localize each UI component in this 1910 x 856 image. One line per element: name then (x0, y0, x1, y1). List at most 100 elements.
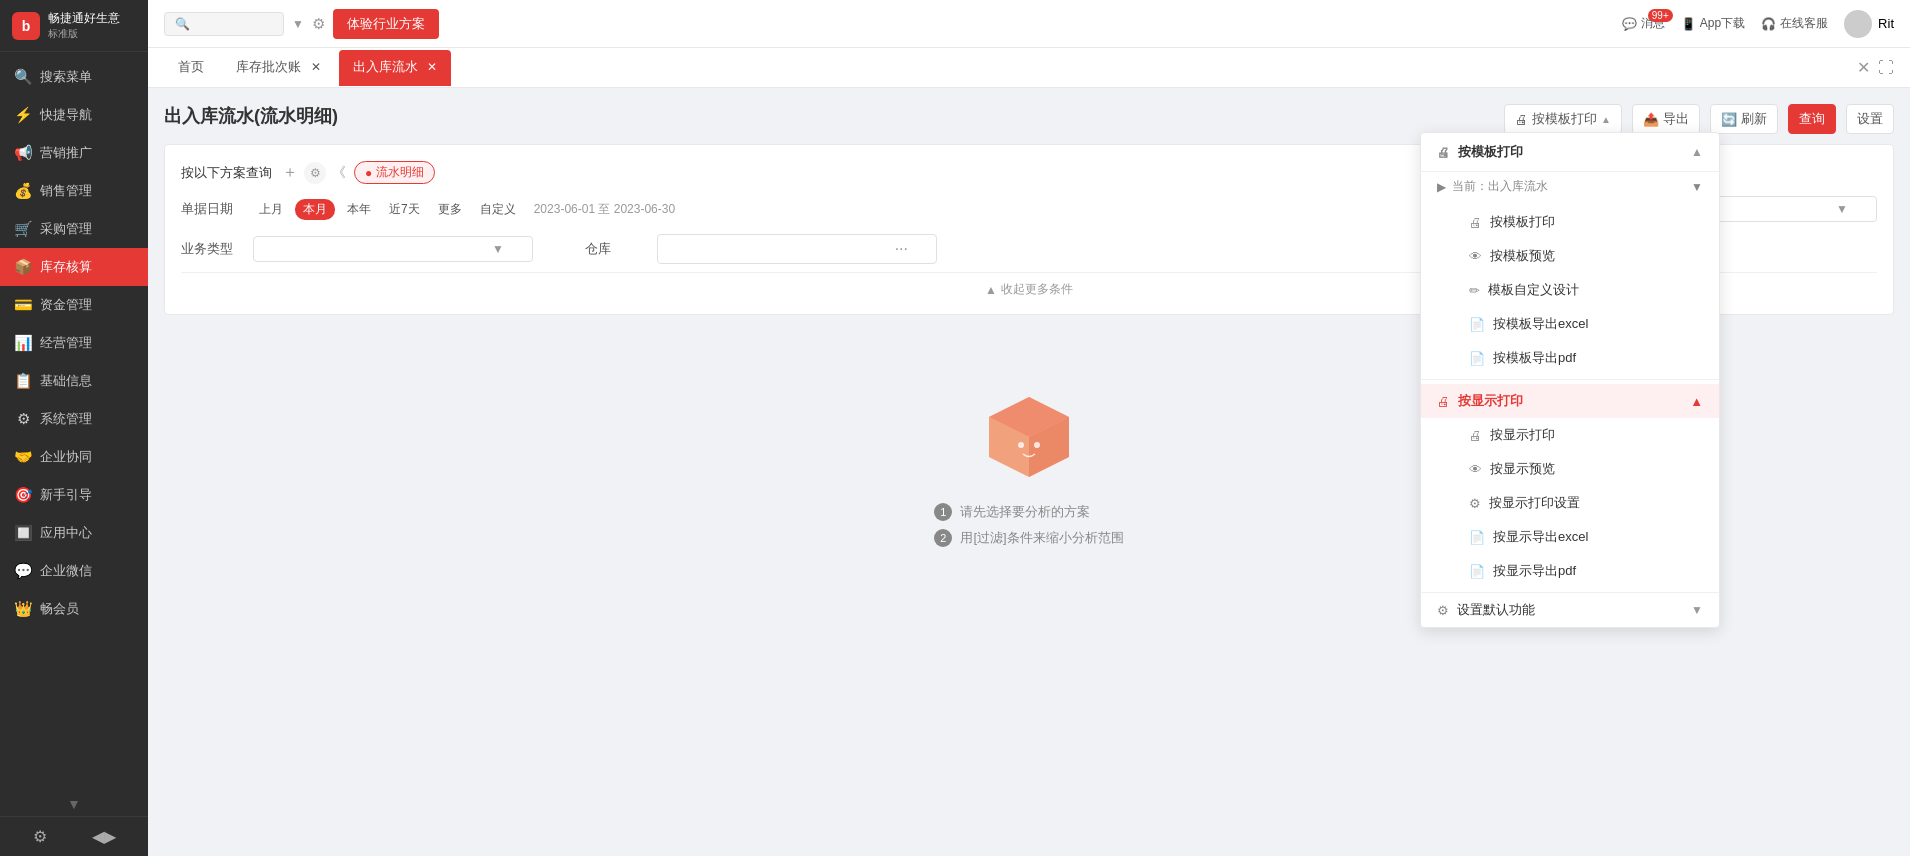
dropdown-item-template-export-excel[interactable]: 📄 按模板导出excel (1421, 307, 1719, 341)
sidebar-item-purchase[interactable]: 🛒 采购管理 (0, 210, 148, 248)
sidebar-item-app-center[interactable]: 🔲 应用中心 (0, 514, 148, 552)
collapse-icon[interactable]: ◀▶ (92, 827, 116, 846)
marketing-icon: 📢 (14, 144, 32, 162)
tpl-export-excel-icon: 📄 (1469, 317, 1485, 332)
dropdown-item-template-preview[interactable]: 👁 按模板预览 (1421, 239, 1719, 273)
sidebar-item-basic[interactable]: 📋 基础信息 (0, 362, 148, 400)
date-custom[interactable]: 自定义 (474, 199, 522, 220)
main: 🔍 ▼ ⚙ 体验行业方案 💬 消息 99+ 📱 App下载 🎧 在线客服 (148, 0, 1910, 856)
dropdown-section-template: 🖨 按模板打印 👁 按模板预览 ✏ 模板自定义设计 📄 按模板导出excel 📄 (1421, 201, 1719, 380)
dropdown-item-template-export-pdf[interactable]: 📄 按模板导出pdf (1421, 341, 1719, 375)
sales-icon: 💰 (14, 182, 32, 200)
content: 出入库流水(流水明细) 🖨 按模板打印 ▲ 📤 导出 🔄 刷新 查询 设置 (148, 88, 1910, 856)
date-more[interactable]: 更多 (432, 199, 468, 220)
dropdown-set-default[interactable]: ⚙ 设置默认功能 ▼ (1421, 593, 1719, 627)
tab-expand-icon[interactable]: ⛶ (1878, 59, 1894, 77)
service-btn[interactable]: 🎧 在线客服 (1761, 15, 1828, 32)
filter-collapse-btn[interactable]: 《 (332, 164, 346, 182)
dropdown-collapse-icon[interactable]: ▲ (1691, 145, 1703, 159)
tab-flow-close[interactable]: ✕ (427, 60, 437, 74)
header-gear-icon[interactable]: ⚙ (312, 15, 325, 33)
sidebar-item-guide[interactable]: 🎯 新手引导 (0, 476, 148, 514)
sidebar-item-wechat[interactable]: 💬 企业微信 (0, 552, 148, 590)
header-left: 🔍 ▼ ⚙ 体验行业方案 (164, 9, 1622, 39)
dropdown-item-template-design[interactable]: ✏ 模板自定义设计 (1421, 273, 1719, 307)
current-arrow: ▼ (1691, 180, 1703, 194)
tab-batch[interactable]: 库存批次账 ✕ (222, 50, 335, 86)
warehouse-select[interactable]: ··· (657, 234, 937, 264)
empty-step-1: 1 请先选择要分析的方案 (934, 503, 1123, 521)
sidebar-item-sales[interactable]: 💰 销售管理 (0, 172, 148, 210)
content-actions: 🖨 按模板打印 ▲ 📤 导出 🔄 刷新 查询 设置 (1504, 104, 1894, 134)
refresh-btn[interactable]: 🔄 刷新 (1710, 104, 1778, 134)
sidebar-item-shortcut[interactable]: ⚡ 快捷导航 (0, 96, 148, 134)
date-range: 2023-06-01 至 2023-06-30 (534, 201, 675, 218)
filter-active-tag: ● 流水明细 (354, 161, 435, 184)
sidebar-item-system[interactable]: ⚙ 系统管理 (0, 400, 148, 438)
sidebar-item-search[interactable]: 🔍 搜索菜单 (0, 58, 148, 96)
header-search[interactable]: 🔍 (164, 12, 284, 36)
print-btn[interactable]: 🖨 按模板打印 ▲ (1504, 104, 1622, 134)
app-download-btn[interactable]: 📱 App下载 (1681, 15, 1745, 32)
biz-type-select[interactable]: ▼ (253, 236, 533, 262)
collapse-btn[interactable]: ▲ 收起更多条件 (985, 281, 1073, 298)
step2-text: 用[过滤]条件来缩小分析范围 (960, 529, 1123, 547)
date-curr-month[interactable]: 本月 (295, 199, 335, 220)
print-dropdown-panel: 🖨 按模板打印 ▲ ▶ 当前：出入库流水 ▼ 🖨 按模板打印 (1420, 132, 1720, 628)
filter-settings-icon[interactable]: ⚙ (304, 162, 326, 184)
trial-btn[interactable]: 体验行业方案 (333, 9, 439, 39)
message-btn[interactable]: 💬 消息 99+ (1622, 15, 1665, 32)
user-area[interactable]: Rit (1844, 10, 1894, 38)
date-prev-month[interactable]: 上月 (253, 199, 289, 220)
query-btn[interactable]: 查询 (1788, 104, 1836, 134)
sidebar-item-inventory[interactable]: 📦 库存核算 (0, 248, 148, 286)
print-dropdown-arrow[interactable]: ▲ (1601, 114, 1611, 125)
tab-flow[interactable]: 出入库流水 ✕ (339, 50, 452, 86)
header-dropdown-btn[interactable]: ▼ (292, 17, 304, 31)
service-icon: 🎧 (1761, 17, 1776, 31)
filter-tag-label: 流水明细 (376, 164, 424, 181)
sidebar-item-cooperation[interactable]: 🤝 企业协同 (0, 438, 148, 476)
tab-home[interactable]: 首页 (164, 50, 218, 86)
disp-settings-icon: ⚙ (1469, 496, 1481, 511)
settings-icon[interactable]: ⚙ (33, 827, 47, 846)
export-btn[interactable]: 📤 导出 (1632, 104, 1700, 134)
shortcut-icon: ⚡ (14, 106, 32, 124)
tab-batch-close[interactable]: ✕ (311, 60, 321, 74)
current-icon: ▶ (1437, 180, 1446, 194)
dropdown-item-display-export-pdf[interactable]: 📄 按显示导出pdf (1421, 554, 1719, 588)
purchase-icon: 🛒 (14, 220, 32, 238)
warehouse-more-icon[interactable]: ··· (895, 240, 908, 258)
disp-preview-label: 按显示预览 (1490, 460, 1555, 478)
sidebar-item-label: 应用中心 (40, 524, 92, 542)
tab-flow-label: 出入库流水 (353, 59, 418, 74)
dropdown-item-display-export-excel[interactable]: 📄 按显示导出excel (1421, 520, 1719, 554)
sidebar-item-operation[interactable]: 📊 经营管理 (0, 324, 148, 362)
cooperation-icon: 🤝 (14, 448, 32, 466)
dropdown-display-header[interactable]: 🖨 按显示打印 ▲ (1421, 384, 1719, 418)
doc-type-arrow: ▼ (1836, 202, 1848, 216)
app-logo-icon: b (12, 12, 40, 40)
dropdown-title: 按模板打印 (1458, 143, 1523, 161)
date-year[interactable]: 本年 (341, 199, 377, 220)
service-label: 在线客服 (1780, 15, 1828, 32)
dropdown-item-template-print[interactable]: 🖨 按模板打印 (1421, 205, 1719, 239)
settings-btn[interactable]: 设置 (1846, 104, 1894, 134)
sidebar-item-finance[interactable]: 💳 资金管理 (0, 286, 148, 324)
refresh-icon: 🔄 (1721, 112, 1737, 127)
wechat-icon: 💬 (14, 562, 32, 580)
date-options: 上月 本月 本年 近7天 更多 自定义 (253, 199, 522, 220)
filter-add-btn[interactable]: ＋ (282, 162, 298, 183)
sidebar-item-label: 库存核算 (40, 258, 92, 276)
dropdown-item-display-settings[interactable]: ⚙ 按显示打印设置 (1421, 486, 1719, 520)
app-name: 畅捷通好生意 (48, 10, 120, 27)
dropdown-item-display-print[interactable]: 🖨 按显示打印 (1421, 418, 1719, 452)
tab-close-window-icon[interactable]: ✕ (1857, 58, 1870, 77)
sidebar-item-marketing[interactable]: 📢 营销推广 (0, 134, 148, 172)
date-week[interactable]: 近7天 (383, 199, 426, 220)
tpl-export-pdf-label: 按模板导出pdf (1493, 349, 1576, 367)
system-icon: ⚙ (14, 410, 32, 428)
sidebar-item-member[interactable]: 👑 畅会员 (0, 590, 148, 628)
dropdown-item-display-preview[interactable]: 👁 按显示预览 (1421, 452, 1719, 486)
query-label: 查询 (1799, 110, 1825, 128)
